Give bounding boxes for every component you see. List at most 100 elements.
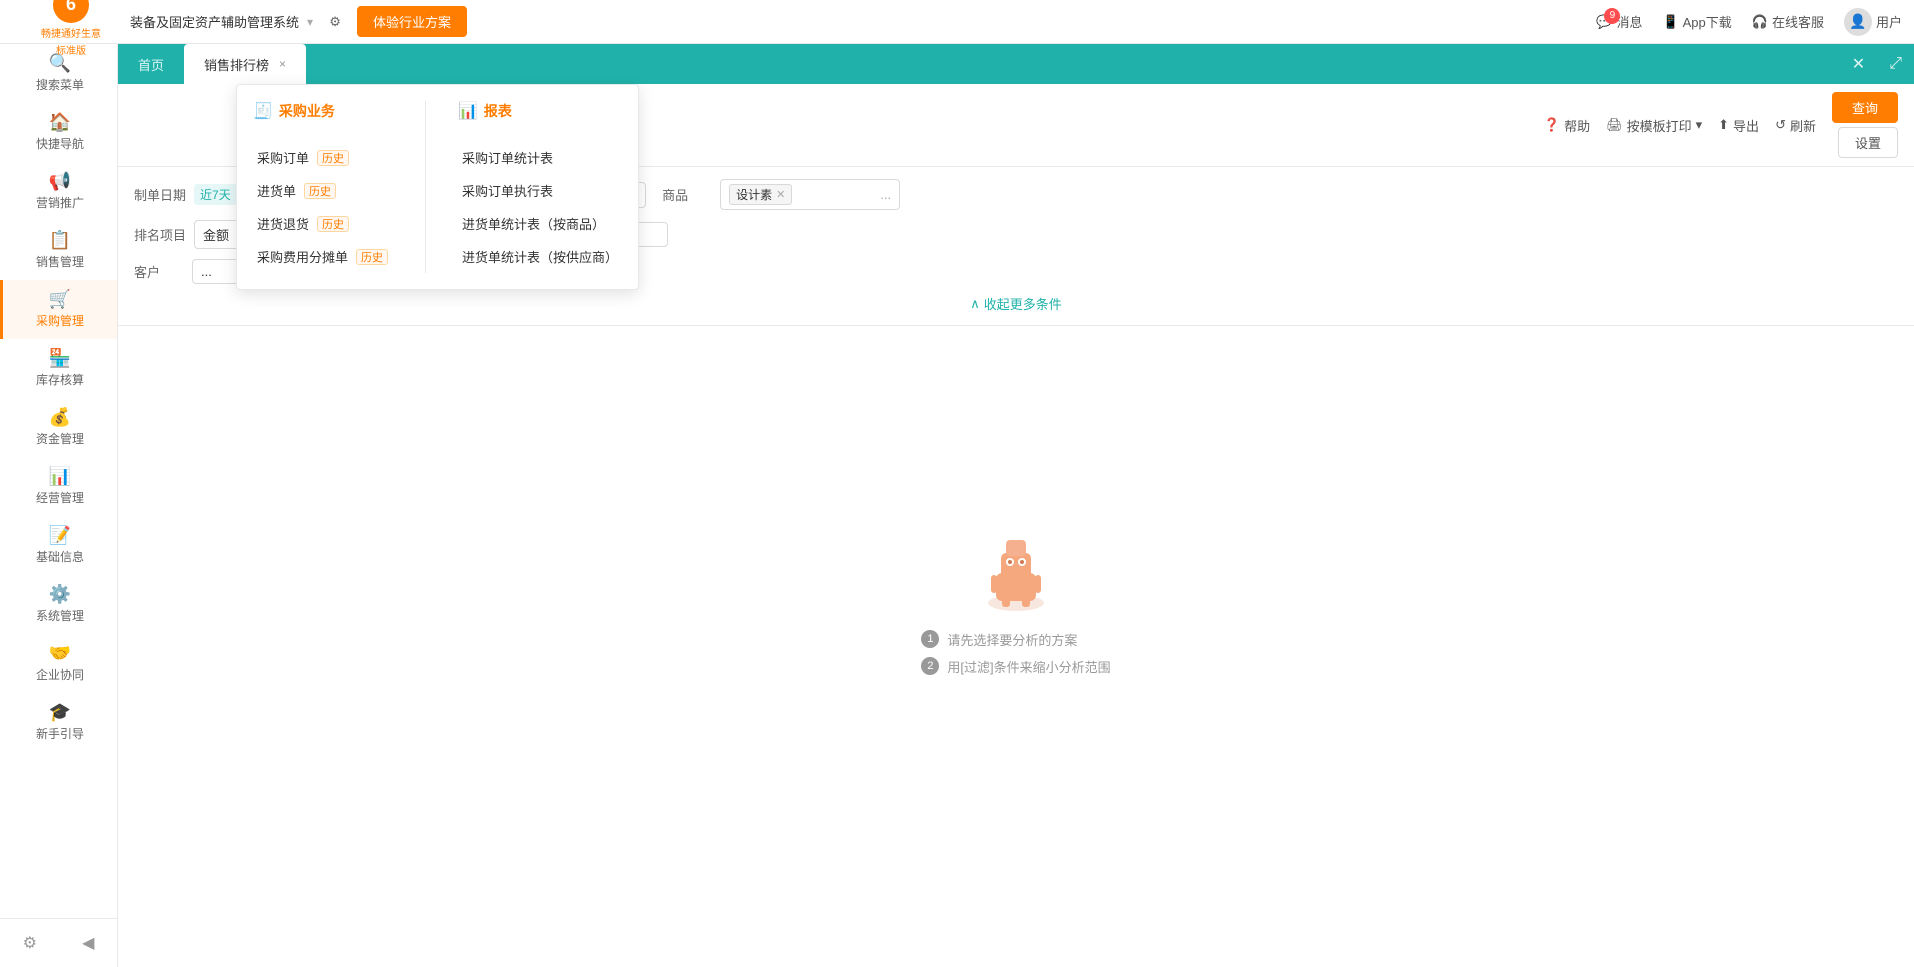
user-label: 用户: [1876, 12, 1902, 31]
online-service-btn[interactable]: 🎧 在线客服: [1752, 12, 1824, 31]
export-icon: ⬆: [1718, 117, 1729, 133]
tab-sales-ranking-label: 销售排行榜: [204, 55, 269, 74]
sidebar-label-purchase: 采购管理: [36, 312, 84, 329]
sidebar-label-guide: 新手引导: [36, 725, 84, 742]
empty-state: 1 请先选择要分析的方案 2 用[过滤]条件来缩小分析范围: [118, 326, 1914, 967]
export-label: 导出: [1733, 116, 1759, 135]
finance-icon: 💰: [49, 408, 71, 426]
empty-tip-1: 1 请先选择要分析的方案: [921, 630, 1110, 649]
product-input[interactable]: 设计素 ✕ ...: [720, 179, 900, 210]
sidebar-item-system[interactable]: ⚙️ 系统管理: [0, 575, 117, 634]
sidebar-item-finance[interactable]: 💰 资金管理: [0, 398, 117, 457]
system-title: 装备及固定资产辅助管理系统: [130, 12, 299, 31]
help-icon: ❓: [1544, 117, 1560, 133]
inbound-label: 进货单: [257, 181, 296, 200]
dropdown-inbound-stats-product[interactable]: 进货单统计表（按商品）: [458, 207, 622, 240]
main-layout: 🔍 搜索菜单 🏠 快捷导航 📢 营销推广 📋 销售管理 🛒 采购管理 🏪 库存核…: [0, 44, 1914, 967]
online-service-label: 在线客服: [1772, 12, 1824, 31]
message-label: 消息: [1616, 12, 1642, 31]
collapse-btn[interactable]: ∧ 收起更多条件: [134, 294, 1898, 313]
tip-text-2: 用[过滤]条件来缩小分析范围: [947, 657, 1110, 676]
system-title-arrow-icon[interactable]: ▾: [307, 15, 313, 29]
tab-bar-expand-icon[interactable]: ⤢: [1877, 55, 1914, 73]
top-bar: 6 畅捷通好生意 标准版 装备及固定资产辅助管理系统 ▾ ⚙ 体验行业方案 💬 …: [0, 0, 1914, 44]
sidebar-label-sales: 销售管理: [36, 253, 84, 270]
sidebar-item-operations[interactable]: 📊 经营管理: [0, 457, 117, 516]
print-label: 按模板打印: [1627, 116, 1692, 135]
tab-bar: 首页 销售排行榜 × ✕ ⤢: [118, 44, 1914, 84]
sidebar-item-guide[interactable]: 🎓 新手引导: [0, 693, 117, 752]
clipboard-icon: 📋: [49, 231, 71, 249]
customer-dots: ...: [201, 264, 212, 279]
product-dots[interactable]: ...: [880, 187, 891, 202]
sidebar-label-operations: 经营管理: [36, 489, 84, 506]
bottom-settings-icon[interactable]: ⚙: [19, 929, 41, 957]
sidebar-item-marketing[interactable]: 📢 营销推广: [0, 162, 117, 221]
purchase-section-label: 采购业务: [279, 101, 335, 121]
tab-close-icon[interactable]: ×: [279, 57, 286, 71]
settings-icon-btn[interactable]: ⚙: [321, 8, 349, 36]
sidebar-item-quick-nav[interactable]: 🏠 快捷导航: [0, 103, 117, 162]
dropdown-inbound-return[interactable]: 进货退货 历史: [253, 207, 393, 240]
dropdown-inbound[interactable]: 进货单 历史: [253, 174, 393, 207]
export-btn[interactable]: ⬆ 导出: [1718, 116, 1759, 135]
dropdown-purchase-order-stats[interactable]: 采购订单统计表: [458, 141, 622, 174]
dropdown-purchase-order[interactable]: 采购订单 历史: [253, 141, 393, 174]
dropdown-purchase-order-exec[interactable]: 采购订单执行表: [458, 174, 622, 207]
inbound-return-label: 进货退货: [257, 214, 309, 233]
message-btn[interactable]: 💬 9 消息: [1596, 12, 1642, 31]
tab-sales-ranking[interactable]: 销售排行榜 ×: [184, 44, 306, 84]
report-title-icon: 📊: [458, 101, 478, 121]
doc-icon: 📝: [49, 526, 71, 544]
date-label: 制单日期: [134, 185, 186, 204]
bottom-collapse-icon[interactable]: ◀: [78, 929, 98, 957]
sidebar-label-marketing: 营销推广: [36, 194, 84, 211]
inbound-return-history-badge: 历史: [317, 216, 349, 232]
tab-bar-close-icon[interactable]: ✕: [1840, 54, 1877, 74]
inbound-history-badge: 历史: [304, 183, 336, 199]
sidebar-item-sales[interactable]: 📋 销售管理: [0, 221, 117, 280]
report-section-label: 报表: [484, 101, 512, 121]
sidebar-item-inventory[interactable]: 🏪 库存核算: [0, 339, 117, 398]
query-button[interactable]: 查询: [1832, 92, 1898, 123]
refresh-btn[interactable]: ↺ 刷新: [1775, 116, 1816, 135]
message-icon: 💬 9: [1596, 14, 1612, 30]
product-tag-close-icon[interactable]: ✕: [776, 188, 785, 201]
purchase-section-title: 🧾 采购业务: [253, 101, 393, 129]
help-btn[interactable]: ❓ 帮助: [1544, 116, 1590, 135]
system-title-area: 装备及固定资产辅助管理系统 ▾ ⚙ 体验行业方案: [130, 6, 1596, 37]
print-btn[interactable]: 🖨 按模板打印 ▾: [1606, 116, 1702, 135]
top-right: 💬 9 消息 📱 App下载 🎧 在线客服 👤 用户: [1596, 8, 1902, 36]
filter-product: 商品 设计素 ✕ ...: [662, 179, 900, 210]
setting-button[interactable]: 设置: [1838, 127, 1898, 158]
dropdown-purchase-expense[interactable]: 采购费用分摊单 历史: [253, 240, 393, 273]
sidebar-item-enterprise[interactable]: 🤝 企业协同: [0, 634, 117, 693]
product-tag: 设计素 ✕: [729, 184, 792, 205]
refresh-icon: ↺: [1775, 117, 1786, 133]
print-arrow-icon: ▾: [1696, 117, 1703, 133]
app-download-btn[interactable]: 📱 App下载: [1662, 12, 1731, 31]
inbound-stats-product-label: 进货单统计表（按商品）: [462, 214, 605, 233]
message-badge: 9: [1604, 8, 1620, 24]
purchase-section: 🧾 采购业务 采购订单 历史 进货单 历史 进货退货 历史 采购费用分摊单: [253, 101, 393, 273]
dropdown-inbound-stats-supplier[interactable]: 进货单统计表（按供应商）: [458, 240, 622, 273]
purchase-order-stats-label: 采购订单统计表: [462, 148, 553, 167]
handshake-icon: 🤝: [49, 644, 71, 662]
purchase-title-icon: 🧾: [253, 101, 273, 121]
product-label: 商品: [662, 185, 712, 204]
purchase-order-label: 采购订单: [257, 148, 309, 167]
product-tag-text: 设计素: [736, 186, 772, 203]
sidebar-label-search: 搜索菜单: [36, 76, 84, 93]
date-chip-7days[interactable]: 近7天: [194, 184, 237, 205]
megaphone-icon: 📢: [49, 172, 71, 190]
sidebar-item-purchase[interactable]: 🛒 采购管理: [0, 280, 117, 339]
sidebar-item-basic-info[interactable]: 📝 基础信息: [0, 516, 117, 575]
content-area: 首页 销售排行榜 × ✕ ⤢ ❓ 帮助 🖨 按模板打印 ▾ ⬆ 导出: [118, 44, 1914, 967]
industry-button[interactable]: 体验行业方案: [357, 6, 467, 37]
home-icon: 🏠: [49, 113, 71, 131]
tab-home-label: 首页: [138, 55, 164, 74]
report-section: 📊 报表 采购订单统计表 采购订单执行表 进货单统计表（按商品） 进货单统计表（…: [458, 101, 622, 273]
tip-num-2: 2: [921, 657, 939, 675]
customer-label: 客户: [134, 262, 184, 281]
user-btn[interactable]: 👤 用户: [1844, 8, 1902, 36]
